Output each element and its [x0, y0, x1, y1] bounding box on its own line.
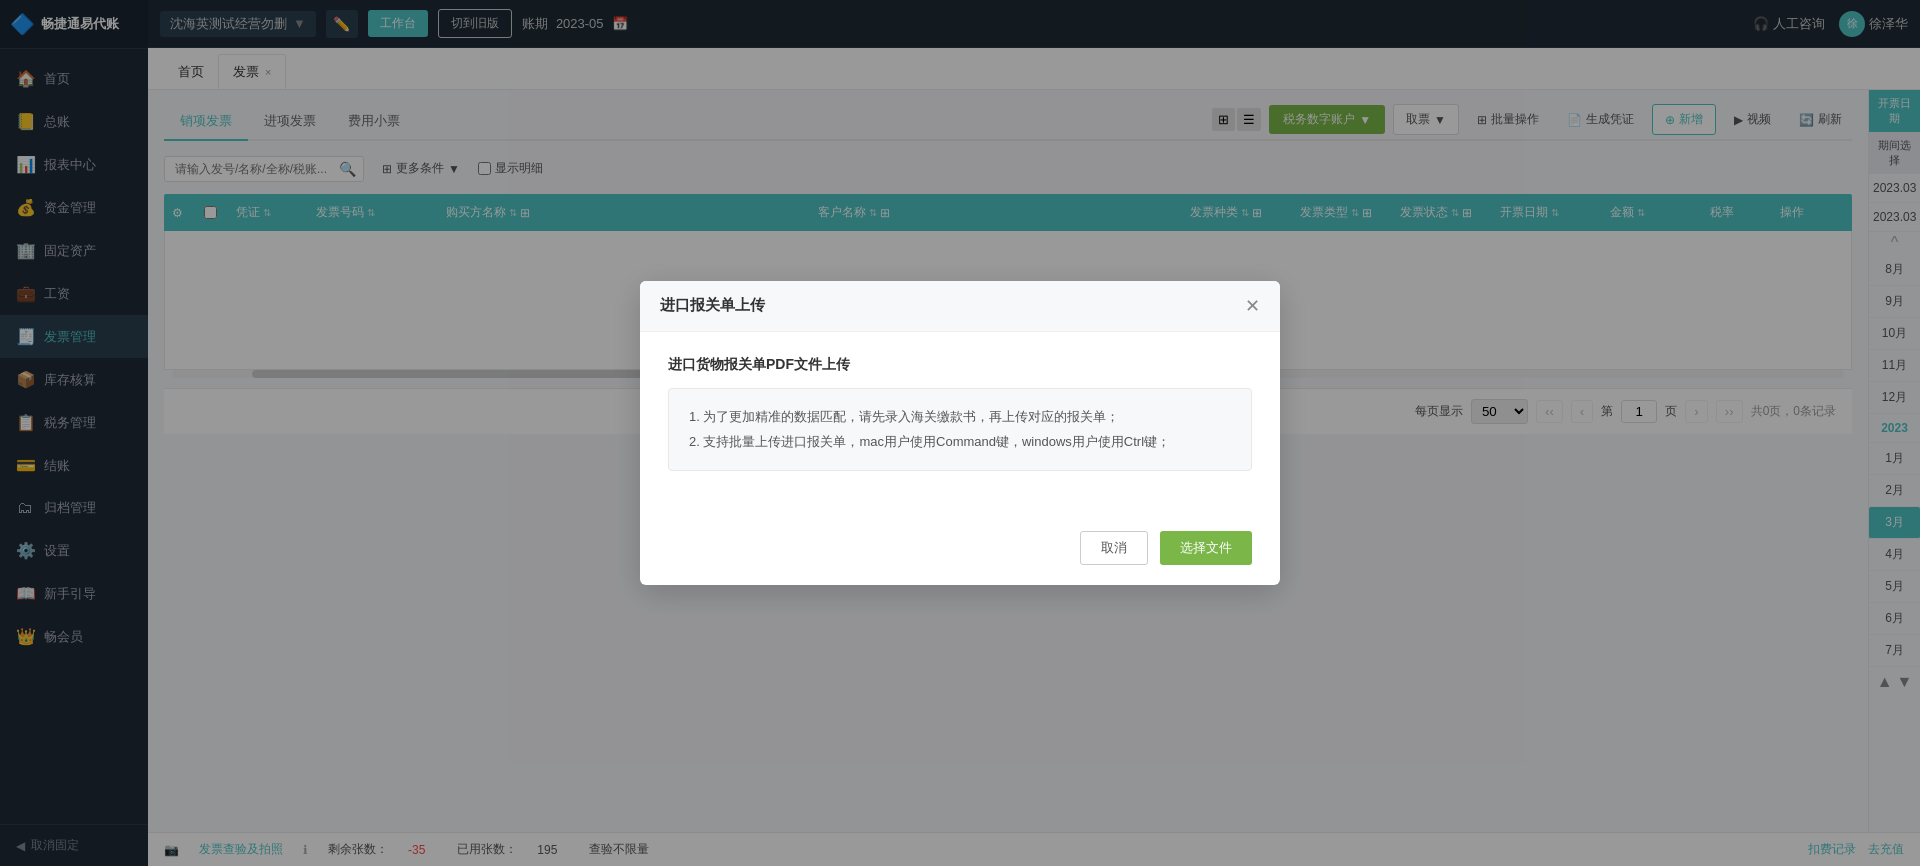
modal-info-item-1: 1. 为了更加精准的数据匹配，请先录入海关缴款书，再上传对应的报关单； — [689, 405, 1231, 430]
modal-header: 进口报关单上传 ✕ — [640, 281, 1280, 332]
modal-section-title: 进口货物报关单PDF文件上传 — [668, 356, 1252, 374]
modal-overlay[interactable]: 进口报关单上传 ✕ 进口货物报关单PDF文件上传 1. 为了更加精准的数据匹配，… — [0, 0, 1920, 866]
modal-select-file-button[interactable]: 选择文件 — [1160, 531, 1252, 565]
modal-cancel-button[interactable]: 取消 — [1080, 531, 1148, 565]
modal-info-box: 1. 为了更加精准的数据匹配，请先录入海关缴款书，再上传对应的报关单； 2. 支… — [668, 388, 1252, 471]
modal-title: 进口报关单上传 — [660, 296, 765, 315]
modal-footer: 取消 选择文件 — [640, 515, 1280, 585]
modal-body: 进口货物报关单PDF文件上传 1. 为了更加精准的数据匹配，请先录入海关缴款书，… — [640, 332, 1280, 515]
modal-close-button[interactable]: ✕ — [1245, 295, 1260, 317]
modal-info-item-2: 2. 支持批量上传进口报关单，mac用户使用Command键，windows用户… — [689, 430, 1231, 455]
import-customs-modal: 进口报关单上传 ✕ 进口货物报关单PDF文件上传 1. 为了更加精准的数据匹配，… — [640, 281, 1280, 585]
